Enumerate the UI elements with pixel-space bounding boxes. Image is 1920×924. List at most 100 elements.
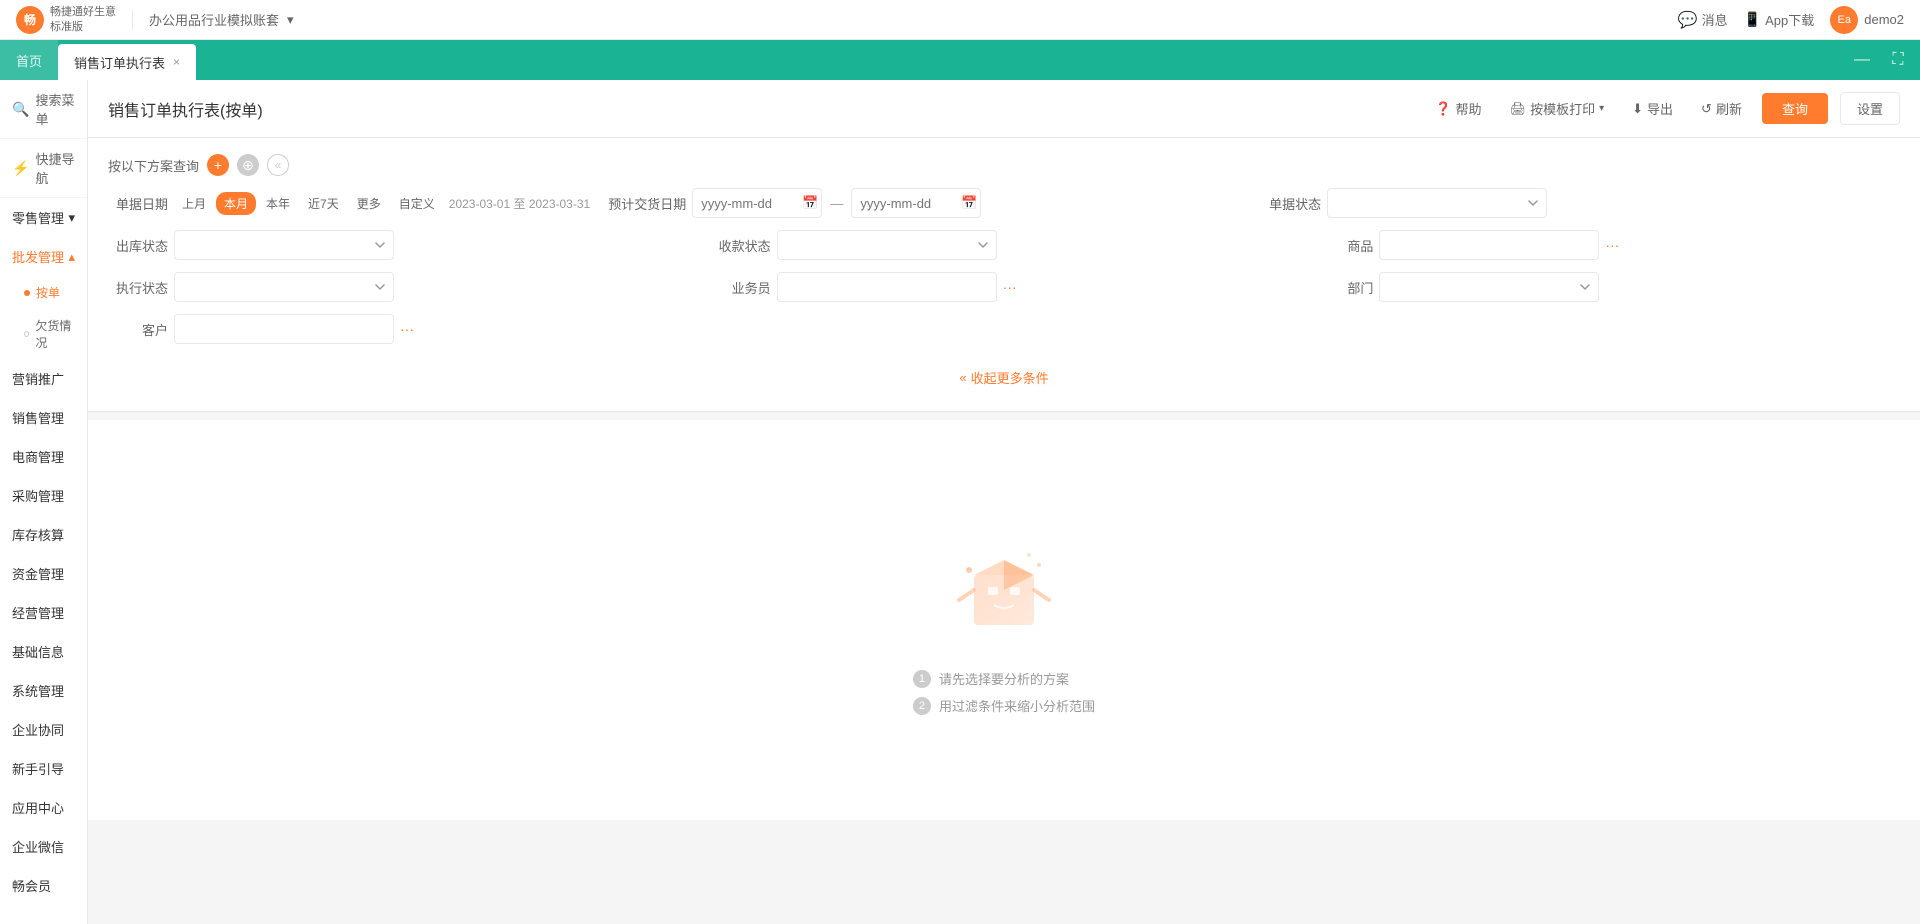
sidebar-item-wechat[interactable]: 企业微信 xyxy=(0,827,87,866)
sidebar-quick-nav[interactable]: ⚡ 快捷导航 xyxy=(0,139,87,198)
user-name: demo2 xyxy=(1864,12,1904,27)
sidebar-search[interactable]: 🔍 搜索菜单 xyxy=(0,80,87,139)
tab-close-icon[interactable]: × xyxy=(173,55,180,69)
sidebar-item-finance[interactable]: 资金管理 xyxy=(0,554,87,593)
goods-group: 商品 ··· xyxy=(1313,230,1900,260)
sidebar-sub-press-order[interactable]: 按单 xyxy=(0,276,87,309)
customer-input[interactable] xyxy=(174,314,394,344)
sidebar-ecommerce-label: 电商管理 xyxy=(12,447,64,466)
message-label: 消息 xyxy=(1702,10,1728,29)
logo-area: 畅 畅捷通好生意 标准版 xyxy=(16,5,116,34)
date-prev-month-btn[interactable]: 上月 xyxy=(174,192,214,215)
goods-label: 商品 xyxy=(1313,236,1373,255)
nav-tabs: 首页 销售订单执行表 × — ⛶ xyxy=(0,40,1920,80)
doc-status-select[interactable] xyxy=(1327,188,1547,218)
copy-plan-icon: ⊕ xyxy=(242,157,254,174)
goods-ellipsis-icon[interactable]: ··· xyxy=(1605,237,1619,253)
calendar-end-icon[interactable]: 📅 xyxy=(961,195,977,211)
customer-ellipsis-icon[interactable]: ··· xyxy=(400,321,414,337)
salesperson-label: 业务员 xyxy=(711,278,771,297)
tab-active-label: 销售订单执行表 xyxy=(74,53,165,72)
main-layout: 🔍 搜索菜单 ⚡ 快捷导航 零售管理 ▾ 批发管理 ▴ 按单 欠货情况 营销推广… xyxy=(0,80,1920,924)
sidebar-purchase-label: 采购管理 xyxy=(12,486,64,505)
receipt-status-select[interactable] xyxy=(777,230,997,260)
calendar-start-icon[interactable]: 📅 xyxy=(802,195,818,211)
sidebar-item-apps[interactable]: 应用中心 xyxy=(0,788,87,827)
print-btn[interactable]: 🖨 按模板打印 ▾ xyxy=(1502,95,1613,122)
sidebar-retail-label: 零售管理 xyxy=(12,208,64,227)
date-last7-btn[interactable]: 近7天 xyxy=(300,192,347,215)
top-menu[interactable]: 办公用品行业模拟账套 ▾ xyxy=(149,10,294,29)
nav-icon: ⚡ xyxy=(12,160,29,177)
receipt-status-group: 收款状态 xyxy=(711,230,1298,260)
tab-minimize-btn[interactable]: — xyxy=(1848,46,1876,74)
tab-active[interactable]: 销售订单执行表 × xyxy=(58,44,196,80)
expected-date-group: 预计交货日期 📅 — 📅 xyxy=(606,188,1245,218)
date-range-text: 2023-03-01 至 2023-03-31 xyxy=(449,195,590,212)
exec-status-select[interactable] xyxy=(174,272,394,302)
date-current-month-btn[interactable]: 本月 xyxy=(216,192,256,215)
customer-label: 客户 xyxy=(108,320,168,339)
sidebar-wholesale-label: 批发管理 xyxy=(12,247,64,266)
tab-home[interactable]: 首页 xyxy=(0,40,58,80)
sidebar-finance-label: 资金管理 xyxy=(12,564,64,583)
sidebar-item-enterprise[interactable]: 企业协同 xyxy=(0,710,87,749)
collapse-more-label: 收起更多条件 xyxy=(971,368,1049,387)
collapse-plan-icon: « xyxy=(275,158,282,172)
sidebar-item-member[interactable]: 畅会员 xyxy=(0,866,87,905)
date-quick-btns: 上月 本月 本年 近7天 更多 自定义 xyxy=(174,192,443,215)
out-status-select[interactable] xyxy=(174,230,394,260)
salesperson-ellipsis-icon[interactable]: ··· xyxy=(1003,279,1017,295)
tab-maximize-btn[interactable]: ⛶ xyxy=(1884,46,1912,74)
filter-row-1: 单据日期 上月 本月 本年 近7天 更多 自定义 2023-03-01 至 20… xyxy=(108,188,1900,218)
top-menu-arrow: ▾ xyxy=(287,12,294,28)
message-action[interactable]: 💬 消息 xyxy=(1678,10,1728,30)
date-more-btn[interactable]: 更多 xyxy=(349,192,389,215)
sidebar-item-retail[interactable]: 零售管理 ▾ xyxy=(0,198,87,237)
date-dash: — xyxy=(830,196,843,211)
date-current-year-btn[interactable]: 本年 xyxy=(258,192,298,215)
out-status-label: 出库状态 xyxy=(108,236,168,255)
add-plan-btn[interactable]: + xyxy=(207,154,229,176)
settings-button[interactable]: 设置 xyxy=(1840,92,1900,125)
sidebar-item-marketing[interactable]: 营销推广 xyxy=(0,359,87,398)
user-area[interactable]: Ea demo2 xyxy=(1830,6,1904,34)
refresh-btn[interactable]: ↺ 刷新 xyxy=(1693,95,1750,122)
collapse-plan-btn[interactable]: « xyxy=(267,154,289,176)
doc-status-group: 单据状态 xyxy=(1261,188,1900,218)
sidebar-wechat-label: 企业微信 xyxy=(12,837,64,856)
tip2-text: 用过滤条件来缩小分析范围 xyxy=(939,696,1095,715)
content-area: 销售订单执行表(按单) ❓ 帮助 🖨 按模板打印 ▾ ⬇ 导出 ↺ 刷新 xyxy=(88,80,1920,924)
receipt-status-label: 收款状态 xyxy=(711,236,771,255)
logo-abbr: 畅 xyxy=(24,11,36,28)
sidebar-item-system[interactable]: 系统管理 xyxy=(0,671,87,710)
expected-date-inputs: 📅 — 📅 xyxy=(692,188,977,218)
sidebar-item-sales[interactable]: 销售管理 xyxy=(0,398,87,437)
export-btn[interactable]: ⬇ 导出 xyxy=(1624,95,1681,122)
sidebar-item-purchase[interactable]: 采购管理 xyxy=(0,476,87,515)
app-download-action[interactable]: 📱 App下载 xyxy=(1744,10,1815,29)
collapse-more-btn[interactable]: « 收起更多条件 xyxy=(108,360,1900,395)
salesperson-input[interactable] xyxy=(777,272,997,302)
sidebar-item-wholesale[interactable]: 批发管理 ▴ xyxy=(0,237,87,276)
sidebar-item-basic[interactable]: 基础信息 xyxy=(0,632,87,671)
tip1-text: 请先选择要分析的方案 xyxy=(939,669,1069,688)
sidebar-operations-label: 经营管理 xyxy=(12,603,64,622)
sidebar-item-operations[interactable]: 经营管理 xyxy=(0,593,87,632)
tip1-num: 1 xyxy=(913,670,931,688)
exec-status-label: 执行状态 xyxy=(108,278,168,297)
sidebar-sub-arrears[interactable]: 欠货情况 xyxy=(0,309,87,359)
query-button[interactable]: 查询 xyxy=(1762,93,1828,124)
date-custom-btn[interactable]: 自定义 xyxy=(391,192,443,215)
help-btn[interactable]: ❓ 帮助 xyxy=(1427,95,1489,122)
sidebar-item-inventory[interactable]: 库存核算 xyxy=(0,515,87,554)
help-icon: ❓ xyxy=(1435,101,1451,117)
sidebar-item-newbie[interactable]: 新手引导 xyxy=(0,749,87,788)
sidebar-sub-arrears-label: 欠货情况 xyxy=(35,317,75,351)
goods-input[interactable] xyxy=(1379,230,1599,260)
phone-icon: 📱 xyxy=(1744,11,1761,28)
dept-select[interactable] xyxy=(1379,272,1599,302)
copy-plan-btn[interactable]: ⊕ xyxy=(237,154,259,176)
sidebar-item-ecommerce[interactable]: 电商管理 xyxy=(0,437,87,476)
empty-illustration xyxy=(944,525,1064,645)
